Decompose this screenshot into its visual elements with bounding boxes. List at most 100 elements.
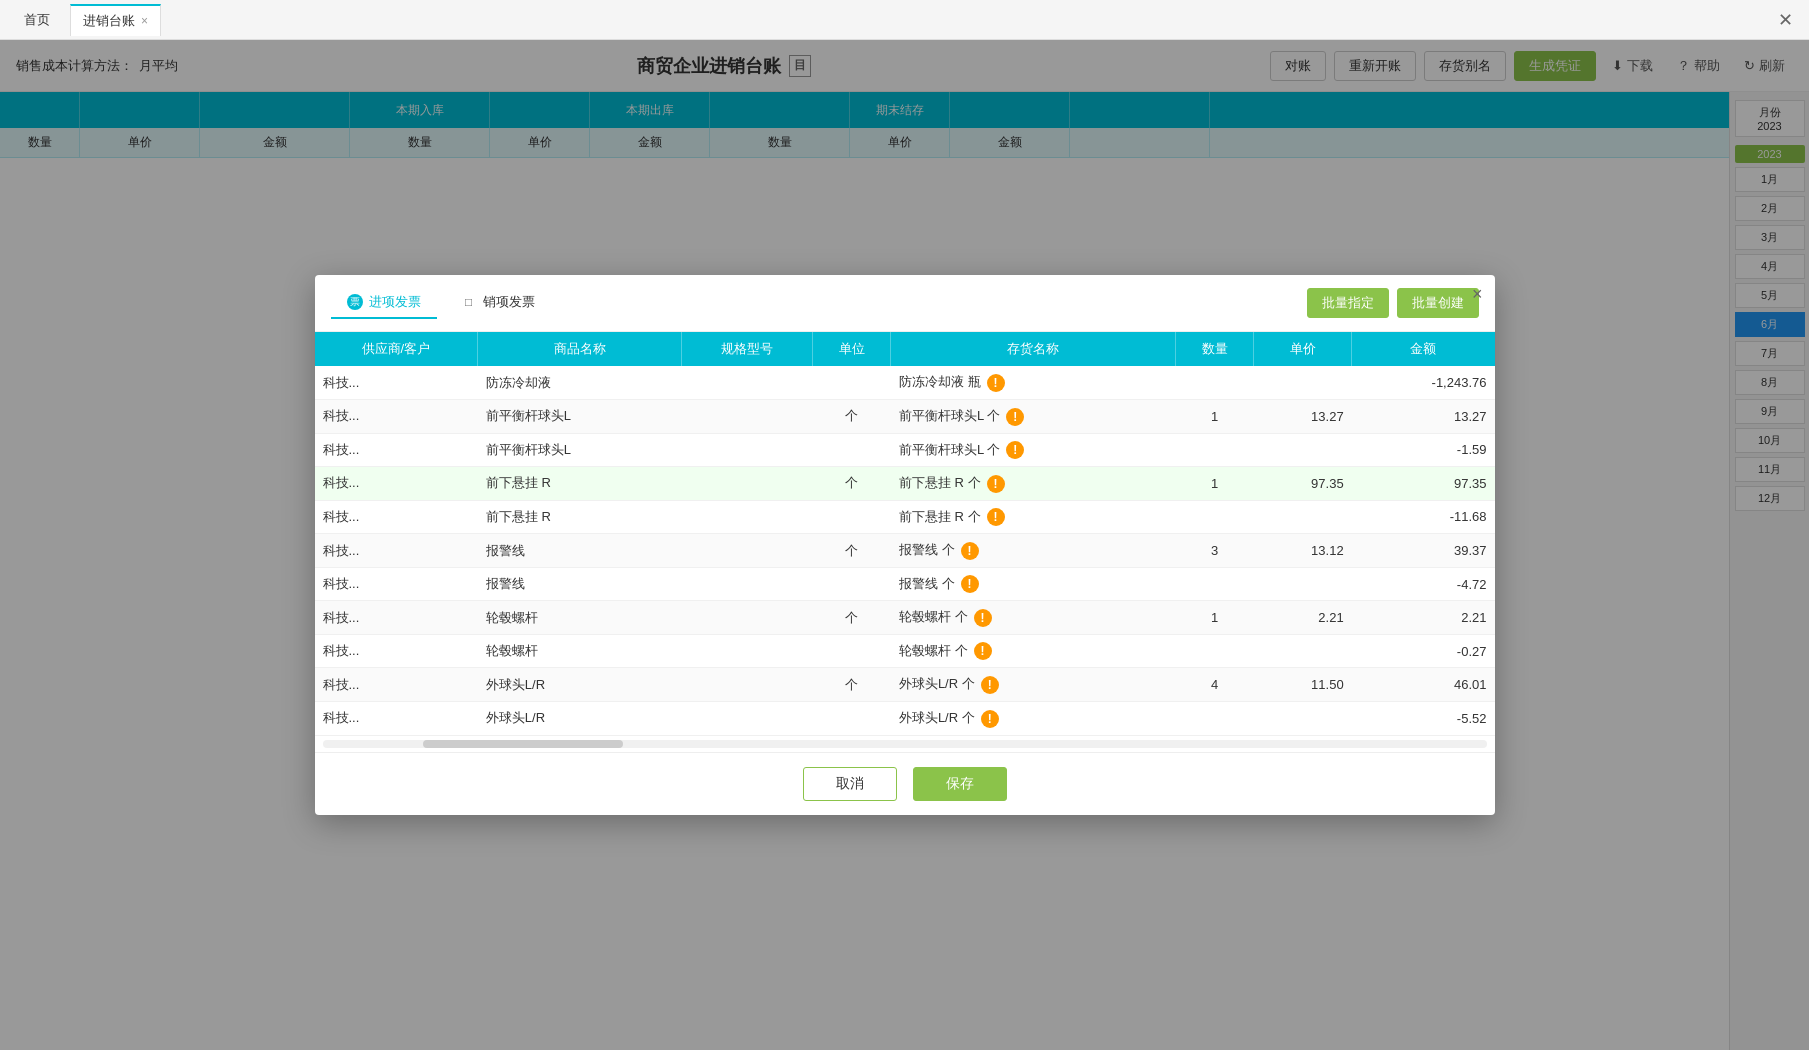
- save-button[interactable]: 保存: [913, 767, 1007, 801]
- th-amount: 金额: [1352, 332, 1495, 366]
- cell-amount: 39.37: [1352, 534, 1495, 568]
- cell-supplier: 科技...: [315, 467, 478, 501]
- table-row[interactable]: 科技...前平衡杆球头L个前平衡杆球头L 个!113.2713.27: [315, 399, 1495, 433]
- cell-spec: [682, 702, 813, 736]
- cell-amount: -1,243.76: [1352, 366, 1495, 399]
- cell-product: 前下悬挂 R: [478, 500, 682, 534]
- cell-spec: [682, 668, 813, 702]
- cell-unit-price: [1254, 366, 1352, 399]
- table-row[interactable]: 科技...前下悬挂 R前下悬挂 R 个!-11.68: [315, 500, 1495, 534]
- inventory-name: 外球头L/R 个: [899, 710, 975, 725]
- table-row[interactable]: 科技...轮毂螺杆个轮毂螺杆 个!12.212.21: [315, 601, 1495, 635]
- cell-unit: [812, 634, 891, 668]
- table-row[interactable]: 科技...报警线个报警线 个!313.1239.37: [315, 534, 1495, 568]
- inventory-name: 报警线 个: [899, 576, 955, 591]
- cell-inventory: 轮毂螺杆 个!: [891, 634, 1176, 668]
- table-row[interactable]: 科技...防冻冷却液防冻冷却液 瓶!-1,243.76: [315, 366, 1495, 399]
- table-row[interactable]: 科技...轮毂螺杆轮毂螺杆 个!-0.27: [315, 634, 1495, 668]
- dialog-footer: 取消 保存: [315, 752, 1495, 815]
- th-inventory: 存货名称: [891, 332, 1176, 366]
- warn-icon: !: [987, 508, 1005, 526]
- cell-unit-price: [1254, 702, 1352, 736]
- cell-unit: [812, 366, 891, 399]
- tab-xiaoxiang[interactable]: □ 销项发票: [445, 287, 551, 319]
- tab-jinxiang-label: 进项发票: [369, 293, 421, 311]
- cell-spec: [682, 433, 813, 467]
- cell-quantity: [1175, 567, 1254, 601]
- table-header-row: 供应商/客户 商品名称 规格型号 单位 存货名称 数量 单价 金额: [315, 332, 1495, 366]
- cell-quantity: [1175, 500, 1254, 534]
- cell-amount: -1.59: [1352, 433, 1495, 467]
- warn-icon: !: [987, 374, 1005, 392]
- cell-quantity: [1175, 634, 1254, 668]
- warn-icon: !: [1006, 408, 1024, 426]
- cell-unit-price: 97.35: [1254, 467, 1352, 501]
- cell-product: 防冻冷却液: [478, 366, 682, 399]
- cell-unit-price: [1254, 433, 1352, 467]
- batch-create-button[interactable]: 批量创建: [1397, 288, 1479, 318]
- tab-jinxiang[interactable]: 票 进项发票: [331, 287, 437, 319]
- inventory-name: 前下悬挂 R 个: [899, 475, 981, 490]
- window-close-icon[interactable]: ✕: [1770, 9, 1801, 31]
- cell-quantity: [1175, 366, 1254, 399]
- warn-icon: !: [981, 676, 999, 694]
- cancel-button[interactable]: 取消: [803, 767, 897, 801]
- table-row[interactable]: 科技...外球头L/R个外球头L/R 个!411.5046.01: [315, 668, 1495, 702]
- dialog-close-icon[interactable]: ×: [1472, 285, 1483, 303]
- dialog-scrollbar-thumb[interactable]: [423, 740, 623, 748]
- cell-quantity: 1: [1175, 601, 1254, 635]
- cell-unit: [812, 433, 891, 467]
- cell-inventory: 轮毂螺杆 个!: [891, 601, 1176, 635]
- inventory-name: 前平衡杆球头L 个: [899, 442, 1000, 457]
- th-spec: 规格型号: [682, 332, 813, 366]
- modal-overlay: 票 进项发票 □ 销项发票 批量指定 批量创建 × 供应: [0, 40, 1809, 1050]
- table-row[interactable]: 科技...前下悬挂 R个前下悬挂 R 个!197.3597.35: [315, 467, 1495, 501]
- cell-product: 前下悬挂 R: [478, 467, 682, 501]
- cell-inventory: 外球头L/R 个!: [891, 668, 1176, 702]
- cell-unit-price: [1254, 567, 1352, 601]
- dialog-table-wrap[interactable]: 供应商/客户 商品名称 规格型号 单位 存货名称 数量 单价 金额 科技... 防…: [315, 332, 1495, 735]
- cell-amount: 97.35: [1352, 467, 1495, 501]
- th-unit-price: 单价: [1254, 332, 1352, 366]
- table-row[interactable]: 科技...报警线报警线 个!-4.72: [315, 567, 1495, 601]
- cell-inventory: 前下悬挂 R 个!: [891, 500, 1176, 534]
- cell-spec: [682, 467, 813, 501]
- cell-supplier: 科技...: [315, 634, 478, 668]
- cell-unit-price: 2.21: [1254, 601, 1352, 635]
- table-row[interactable]: 科技...前平衡杆球头L前平衡杆球头L 个!-1.59: [315, 433, 1495, 467]
- tab-active[interactable]: 进销台账 ×: [70, 4, 161, 36]
- dialog-scrollbar[interactable]: [323, 740, 1487, 748]
- inventory-name: 前平衡杆球头L 个: [899, 408, 1000, 423]
- invoice-dialog: 票 进项发票 □ 销项发票 批量指定 批量创建 × 供应: [315, 275, 1495, 814]
- cell-unit: 个: [812, 668, 891, 702]
- cell-product: 报警线: [478, 567, 682, 601]
- cell-unit: [812, 567, 891, 601]
- cell-amount: 13.27: [1352, 399, 1495, 433]
- cell-amount: -11.68: [1352, 500, 1495, 534]
- tab-home[interactable]: 首页: [8, 5, 66, 35]
- table-row[interactable]: 科技...外球头L/R外球头L/R 个!-5.52: [315, 702, 1495, 736]
- batch-assign-button[interactable]: 批量指定: [1307, 288, 1389, 318]
- cell-inventory: 报警线 个!: [891, 534, 1176, 568]
- cell-product: 前平衡杆球头L: [478, 433, 682, 467]
- inventory-name: 外球头L/R 个: [899, 676, 975, 691]
- th-unit: 单位: [812, 332, 891, 366]
- main-area: 销售成本计算方法： 月平均 商贸企业进销台账 目 对账 重新开账 存货别名 生成…: [0, 40, 1809, 1050]
- warn-icon: !: [1006, 441, 1024, 459]
- cell-spec: [682, 500, 813, 534]
- th-quantity: 数量: [1175, 332, 1254, 366]
- cell-product: 报警线: [478, 534, 682, 568]
- cell-inventory: 报警线 个!: [891, 567, 1176, 601]
- cell-product: 外球头L/R: [478, 702, 682, 736]
- cell-unit-price: 13.12: [1254, 534, 1352, 568]
- cell-supplier: 科技...: [315, 567, 478, 601]
- cell-product: 轮毂螺杆: [478, 601, 682, 635]
- cell-product: 轮毂螺杆: [478, 634, 682, 668]
- cell-spec: [682, 534, 813, 568]
- tab-close-icon[interactable]: ×: [141, 14, 148, 28]
- cell-quantity: 1: [1175, 467, 1254, 501]
- tab-xiaoxiang-label: 销项发票: [483, 293, 535, 311]
- cell-unit-price: 13.27: [1254, 399, 1352, 433]
- cell-unit-price: 11.50: [1254, 668, 1352, 702]
- th-supplier: 供应商/客户: [315, 332, 478, 366]
